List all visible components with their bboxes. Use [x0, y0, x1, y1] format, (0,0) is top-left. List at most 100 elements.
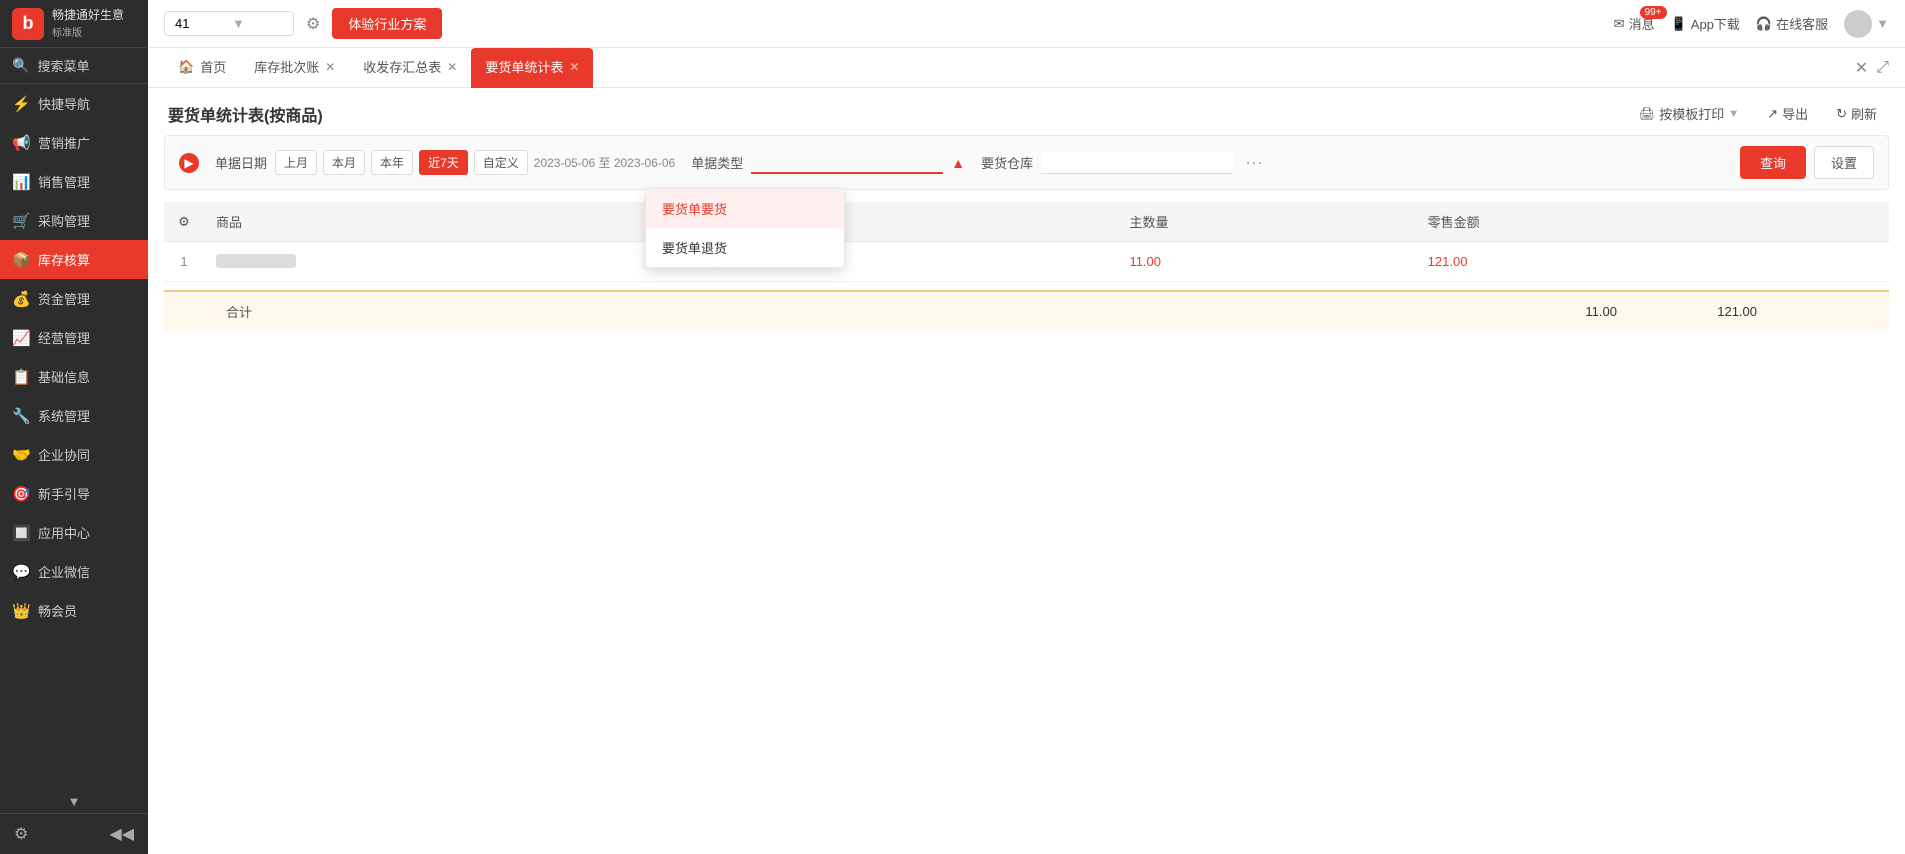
- quick-nav-icon: ⚡: [12, 95, 30, 113]
- dropdown-item-purchase-order[interactable]: 要货单要货: [646, 189, 844, 228]
- more-filters-btn[interactable]: ···: [1245, 152, 1263, 173]
- service-icon: 🎧: [1756, 16, 1772, 32]
- user-menu[interactable]: ▼: [1844, 10, 1889, 38]
- tab-order-summary[interactable]: 要货单统计表 ✕: [471, 48, 593, 88]
- sidebar-item-label: 采购管理: [38, 211, 90, 230]
- refresh-icon: ↻: [1836, 106, 1847, 122]
- sidebar-item-system[interactable]: 🔧 系统管理: [0, 396, 148, 435]
- tab-order-summary-label: 要货单统计表: [485, 57, 563, 76]
- sidebar-item-label: 营销推广: [38, 133, 90, 152]
- tab-inventory-batch[interactable]: 库存批次账 ✕: [240, 48, 349, 88]
- sidebar-item-guide[interactable]: 🎯 新手引导: [0, 474, 148, 513]
- sidebar-item-label: 库存核算: [38, 250, 90, 269]
- date-filter-group: 单据日期 上月 本月 本年 近7天 自定义 2023-05-06 至 2023-…: [215, 150, 675, 175]
- tab-close-icon[interactable]: ✕: [325, 60, 335, 74]
- sidebar-item-quick-nav[interactable]: ⚡ 快捷导航: [0, 84, 148, 123]
- expand-icon[interactable]: ⤢: [1876, 59, 1889, 77]
- sidebar-item-label: 基础信息: [38, 367, 90, 386]
- finance-icon: 💰: [12, 290, 30, 308]
- sidebar-item-label: 快捷导航: [38, 94, 90, 113]
- chevron-up-icon[interactable]: ▲: [951, 155, 965, 171]
- date-btn-this-month[interactable]: 本月: [323, 150, 365, 175]
- filter-bar: ▶ 单据日期 上月 本月 本年 近7天 自定义 2023-05-06 至 202…: [164, 135, 1889, 190]
- tabs-right: ✕ ⤢: [1855, 58, 1889, 78]
- company-select[interactable]: 41 ▼: [164, 11, 294, 36]
- row-amount: 121.00: [1416, 242, 1776, 282]
- sidebar-item-label: 资金管理: [38, 289, 90, 308]
- date-range-display: 2023-05-06 至 2023-06-06: [534, 154, 675, 171]
- warehouse-filter-input[interactable]: [1041, 152, 1233, 174]
- online-service-btn[interactable]: 🎧 在线客服: [1756, 14, 1828, 33]
- sidebar-item-label: 企业协同: [38, 445, 90, 464]
- sidebar-item-label: 系统管理: [38, 406, 90, 425]
- page-header: 要货单统计表(按商品) 🖨 按模板打印 ▼ ↗ 导出 ↻ 刷新: [148, 88, 1905, 135]
- filter-expand-btn[interactable]: ▶: [179, 153, 199, 173]
- tab-inventory-batch-label: 库存批次账: [254, 57, 319, 76]
- tab-receive-summary[interactable]: 收发存汇总表 ✕: [349, 48, 471, 88]
- type-filter-group: 单据类型 ▲: [691, 151, 965, 174]
- dropdown-item-return-order[interactable]: 要货单退货: [646, 228, 844, 267]
- sidebar-item-member[interactable]: 👑 畅会员: [0, 591, 148, 630]
- sidebar-item-basic-info[interactable]: 📋 基础信息: [0, 357, 148, 396]
- date-btn-last-month[interactable]: 上月: [275, 150, 317, 175]
- date-btn-7days[interactable]: 近7天: [419, 150, 468, 175]
- sidebar-item-inventory[interactable]: 📦 库存核算: [0, 240, 148, 279]
- footer-label: 合计: [176, 302, 396, 321]
- query-button[interactable]: 查询: [1740, 146, 1806, 179]
- type-dropdown: 要货单要货 要货单退货: [645, 188, 845, 268]
- app-download-label: App下载: [1691, 14, 1740, 33]
- tab-home[interactable]: 🏠 首页: [164, 48, 240, 88]
- system-icon: 🔧: [12, 407, 30, 425]
- member-icon: 👑: [12, 602, 30, 620]
- export-btn[interactable]: ↗ 导出: [1759, 100, 1816, 127]
- settings-icon[interactable]: ⚙: [14, 824, 28, 844]
- tabs-bar: 🏠 首页 库存批次账 ✕ 收发存汇总表 ✕ 要货单统计表 ✕ ✕ ⤢: [148, 48, 1905, 88]
- warehouse-filter-group: 要货仓库 ···: [981, 152, 1263, 174]
- sidebar-item-purchase[interactable]: 🛒 采购管理: [0, 201, 148, 240]
- app-download-btn[interactable]: 📱 App下载: [1671, 14, 1740, 33]
- topbar: 41 ▼ ⚙ 体验行业方案 ✉ 消息 99+ 📱 App下载 🎧 在线客服 ▼: [148, 0, 1905, 48]
- sidebar-item-enterprise[interactable]: 🤝 企业协同: [0, 435, 148, 474]
- avatar: [1844, 10, 1872, 38]
- data-table-wrapper: ⚙ 商品 主计量单位 主数量 零售金额 1: [164, 202, 1889, 282]
- sidebar-item-sales[interactable]: 📊 销售管理: [0, 162, 148, 201]
- col-settings[interactable]: ⚙: [164, 202, 204, 242]
- tab-receive-summary-label: 收发存汇总表: [363, 57, 441, 76]
- dropdown-item-label: 要货单要货: [662, 202, 727, 217]
- sidebar-nav: ⚡ 快捷导航 📢 营销推广 📊 销售管理 🛒 采购管理 📦 库存核算 💰 资金管…: [0, 84, 148, 790]
- date-btn-custom[interactable]: 自定义: [474, 150, 528, 175]
- messages-badge: 99+: [1640, 6, 1667, 19]
- gear-icon[interactable]: ⚙: [306, 14, 320, 34]
- sidebar-scroll-down[interactable]: ▼: [0, 790, 148, 813]
- industry-btn[interactable]: 体验行业方案: [332, 8, 442, 39]
- print-template-btn[interactable]: 🖨 按模板打印 ▼: [1631, 100, 1747, 127]
- col-product: 商品: [204, 202, 696, 242]
- sidebar-item-label: 应用中心: [38, 523, 90, 542]
- messages-btn[interactable]: ✉ 消息 99+: [1614, 14, 1655, 33]
- settings-button[interactable]: 设置: [1814, 146, 1874, 179]
- type-filter-input[interactable]: [751, 151, 943, 174]
- sidebar-item-wechat[interactable]: 💬 企业微信: [0, 552, 148, 591]
- chevron-down-icon: ▼: [232, 16, 283, 31]
- tab-close-icon[interactable]: ✕: [569, 60, 579, 74]
- sidebar-item-app-center[interactable]: 🔲 应用中心: [0, 513, 148, 552]
- chevron-down-icon: ▼: [1876, 16, 1889, 31]
- date-btn-this-year[interactable]: 本年: [371, 150, 413, 175]
- tab-close-icon[interactable]: ✕: [447, 60, 457, 74]
- sidebar-item-operations[interactable]: 📈 经营管理: [0, 318, 148, 357]
- sidebar-search[interactable]: 🔍 搜索菜单: [0, 48, 148, 84]
- close-icon[interactable]: ✕: [1855, 58, 1868, 78]
- collapse-icon[interactable]: ◀◀: [109, 824, 134, 844]
- sidebar-item-marketing[interactable]: 📢 营销推广: [0, 123, 148, 162]
- refresh-btn[interactable]: ↻ 刷新: [1828, 100, 1885, 127]
- filter-actions: 查询 设置: [1740, 146, 1874, 179]
- sidebar-item-label: 企业微信: [38, 562, 90, 581]
- row-quantity: 11.00: [1117, 242, 1415, 282]
- col-amount: 零售金额: [1416, 202, 1776, 242]
- company-select-value: 41: [175, 16, 226, 31]
- date-filter-label: 单据日期: [215, 153, 267, 172]
- basic-info-icon: 📋: [12, 368, 30, 386]
- sidebar-item-finance[interactable]: 💰 资金管理: [0, 279, 148, 318]
- sidebar-header: b 畅捷通好生意 标准版: [0, 0, 148, 48]
- app-center-icon: 🔲: [12, 524, 30, 542]
